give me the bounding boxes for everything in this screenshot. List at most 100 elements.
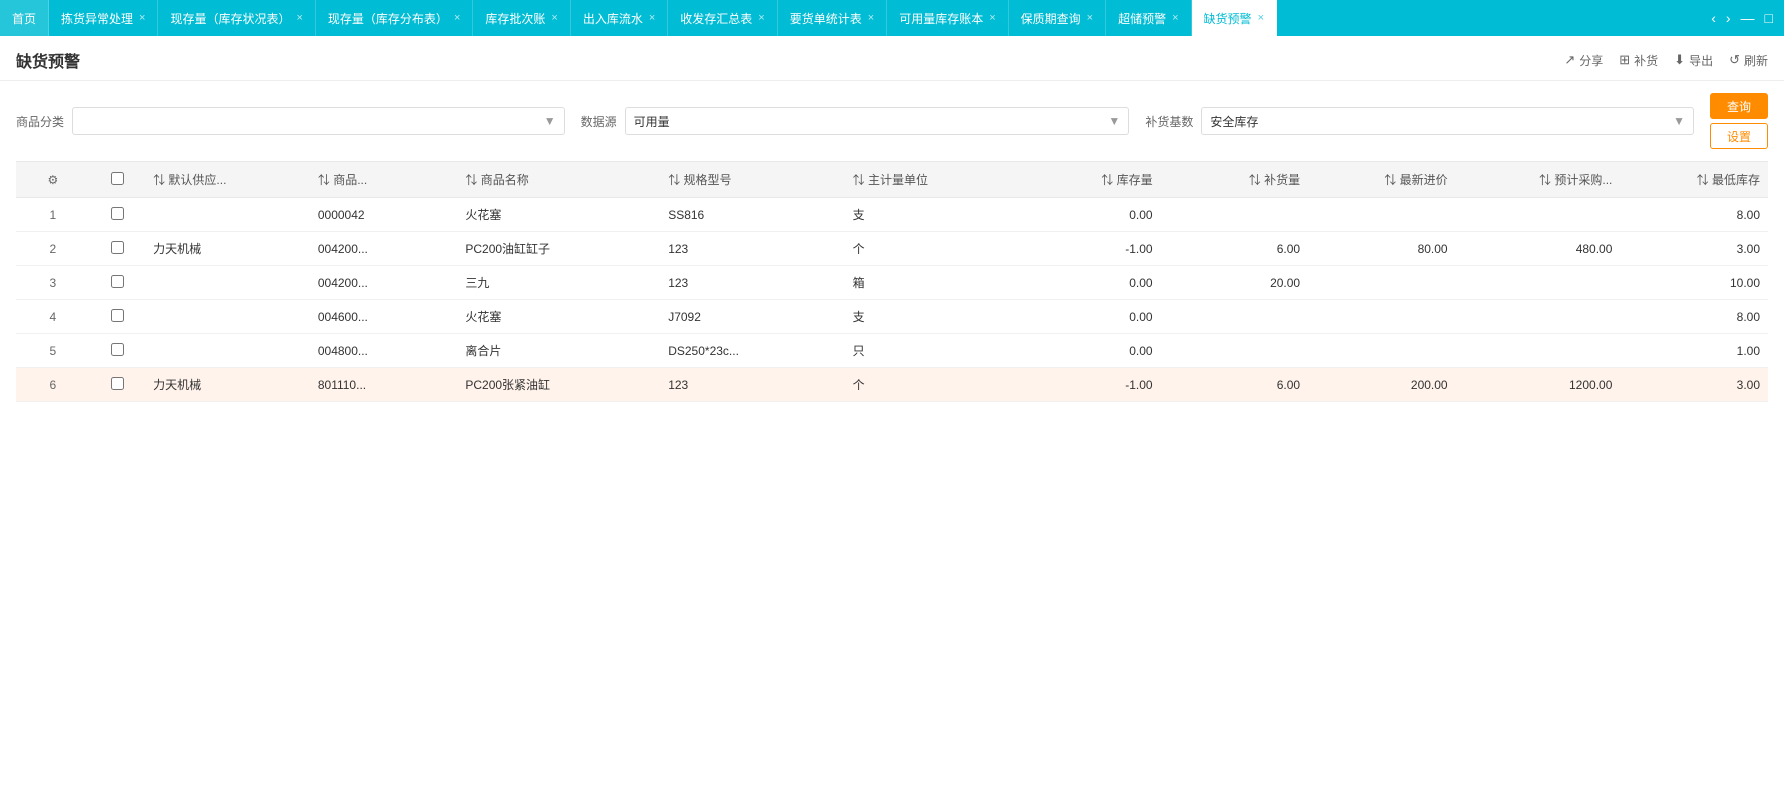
sort-spec-icon[interactable]: ⇅ bbox=[668, 173, 680, 187]
close-icon[interactable]: × bbox=[868, 12, 874, 24]
col-header-replenish: ⇅ 补货量 bbox=[1161, 162, 1309, 198]
close-icon[interactable]: × bbox=[551, 12, 557, 24]
row-code: 004200... bbox=[310, 232, 458, 266]
select-all-checkbox[interactable] bbox=[111, 172, 124, 185]
row-checkbox[interactable] bbox=[111, 207, 124, 220]
query-button[interactable]: 查询 bbox=[1710, 93, 1768, 119]
row-price: 200.00 bbox=[1308, 368, 1456, 402]
close-icon[interactable]: × bbox=[649, 12, 655, 24]
tab-flow[interactable]: 出入库流水 × bbox=[571, 0, 668, 36]
close-icon[interactable]: × bbox=[454, 12, 460, 24]
row-price bbox=[1308, 266, 1456, 300]
close-icon[interactable]: × bbox=[296, 12, 302, 24]
close-icon[interactable]: × bbox=[1087, 12, 1093, 24]
close-icon[interactable]: × bbox=[1258, 12, 1264, 24]
export-button[interactable]: ⬇ 导出 bbox=[1674, 52, 1713, 69]
sort-price-icon[interactable]: ⇅ bbox=[1384, 173, 1396, 187]
sort-name-icon[interactable]: ⇅ bbox=[465, 173, 477, 187]
refresh-button[interactable]: ↺ 刷新 bbox=[1729, 52, 1768, 69]
scroll-next-button[interactable]: › bbox=[1721, 9, 1736, 27]
table-body: 1 0000042 火花塞 SS816 支 0.00 8.00 2 力天机械 0… bbox=[16, 198, 1768, 402]
row-supplier: 力天机械 bbox=[145, 232, 310, 266]
table-header-row: ⚙ ⇅ 默认供应... ⇅ 商品... ⇅ 商品名称 bbox=[16, 162, 1768, 198]
col-header-estimated: ⇅ 预计采购... bbox=[1456, 162, 1621, 198]
row-checkbox[interactable] bbox=[111, 309, 124, 322]
setting-button[interactable]: 设置 bbox=[1710, 123, 1768, 149]
replenish-button[interactable]: ⊞ 补货 bbox=[1619, 52, 1658, 69]
row-index: 2 bbox=[16, 232, 90, 266]
row-estimated: 1200.00 bbox=[1456, 368, 1621, 402]
row-code: 0000042 bbox=[310, 198, 458, 232]
row-min-stock: 8.00 bbox=[1620, 300, 1768, 334]
row-stock: 0.00 bbox=[1013, 198, 1161, 232]
nav-controls: ‹ › — □ bbox=[1700, 9, 1784, 27]
sort-supplier-icon[interactable]: ⇅ bbox=[153, 173, 165, 187]
base-filter: 补货基数 安全库存 ▼ bbox=[1145, 107, 1694, 135]
row-index: 4 bbox=[16, 300, 90, 334]
row-spec: SS816 bbox=[660, 198, 844, 232]
maximize-button[interactable]: □ bbox=[1760, 9, 1778, 27]
row-checkbox[interactable] bbox=[111, 275, 124, 288]
tab-inventory-status[interactable]: 现存量（库存状况表） × bbox=[158, 0, 315, 36]
tab-inventory-dist[interactable]: 现存量（库存分布表） × bbox=[316, 0, 473, 36]
datasource-select[interactable]: 可用量 ▼ bbox=[625, 107, 1130, 135]
close-icon[interactable]: × bbox=[758, 12, 764, 24]
base-label: 补货基数 bbox=[1145, 113, 1193, 130]
sort-min-icon[interactable]: ⇅ bbox=[1697, 173, 1709, 187]
row-checkbox[interactable] bbox=[111, 343, 124, 356]
close-icon[interactable]: × bbox=[989, 12, 995, 24]
table-row: 3 004200... 三九 123 箱 0.00 20.00 10.00 bbox=[16, 266, 1768, 300]
col-header-supplier: ⇅ 默认供应... bbox=[145, 162, 310, 198]
tab-overstock[interactable]: 超储预警 × bbox=[1106, 0, 1191, 36]
row-replenish bbox=[1161, 334, 1309, 368]
sort-replenish-icon[interactable]: ⇅ bbox=[1249, 173, 1261, 187]
sort-unit-icon[interactable]: ⇅ bbox=[853, 173, 865, 187]
sort-code-icon[interactable]: ⇅ bbox=[318, 173, 330, 187]
col-header-spec: ⇅ 规格型号 bbox=[660, 162, 844, 198]
close-icon[interactable]: × bbox=[139, 12, 145, 24]
category-filter: 商品分类 ▼ bbox=[16, 107, 565, 135]
tab-picking[interactable]: 拣货异常处理 × bbox=[49, 0, 158, 36]
tab-order-stat[interactable]: 要货单统计表 × bbox=[778, 0, 887, 36]
row-checkbox[interactable] bbox=[111, 377, 124, 390]
sort-estimated-icon[interactable]: ⇅ bbox=[1539, 173, 1551, 187]
filter-actions: 查询 设置 bbox=[1710, 93, 1768, 149]
share-button[interactable]: ↗ 分享 bbox=[1564, 52, 1603, 69]
row-supplier bbox=[145, 300, 310, 334]
tab-home[interactable]: 首页 bbox=[0, 0, 49, 36]
row-name: 火花塞 bbox=[457, 300, 660, 334]
row-checkbox-cell bbox=[90, 266, 145, 300]
row-replenish bbox=[1161, 300, 1309, 334]
base-select[interactable]: 安全库存 ▼ bbox=[1201, 107, 1694, 135]
row-spec: DS250*23c... bbox=[660, 334, 844, 368]
row-unit: 个 bbox=[845, 368, 1013, 402]
row-index: 6 bbox=[16, 368, 90, 402]
tab-batch[interactable]: 库存批次账 × bbox=[473, 0, 570, 36]
datasource-filter: 数据源 可用量 ▼ bbox=[581, 107, 1130, 135]
tab-shortage[interactable]: 缺货预警 × bbox=[1192, 0, 1277, 36]
row-code: 801110... bbox=[310, 368, 458, 402]
category-select[interactable]: ▼ bbox=[72, 107, 565, 135]
minimize-button[interactable]: — bbox=[1736, 9, 1760, 27]
col-header-unit: ⇅ 主计量单位 bbox=[845, 162, 1013, 198]
row-code: 004800... bbox=[310, 334, 458, 368]
scroll-prev-button[interactable]: ‹ bbox=[1706, 9, 1721, 27]
row-min-stock: 1.00 bbox=[1620, 334, 1768, 368]
gear-icon[interactable]: ⚙ bbox=[16, 162, 90, 198]
data-table: ⚙ ⇅ 默认供应... ⇅ 商品... ⇅ 商品名称 bbox=[16, 161, 1768, 402]
select-all-header[interactable] bbox=[90, 162, 145, 198]
datasource-label: 数据源 bbox=[581, 113, 617, 130]
row-stock: 0.00 bbox=[1013, 334, 1161, 368]
row-stock: -1.00 bbox=[1013, 232, 1161, 266]
tab-available-ledger[interactable]: 可用量库存账本 × bbox=[887, 0, 1008, 36]
row-checkbox[interactable] bbox=[111, 241, 124, 254]
row-supplier: 力天机械 bbox=[145, 368, 310, 402]
table-container: ⚙ ⇅ 默认供应... ⇅ 商品... ⇅ 商品名称 bbox=[0, 161, 1784, 402]
row-index: 5 bbox=[16, 334, 90, 368]
sort-stock-icon[interactable]: ⇅ bbox=[1101, 173, 1113, 187]
tab-expiry[interactable]: 保质期查询 × bbox=[1009, 0, 1106, 36]
close-icon[interactable]: × bbox=[1172, 12, 1178, 24]
tab-summary[interactable]: 收发存汇总表 × bbox=[668, 0, 777, 36]
export-icon: ⬇ bbox=[1674, 52, 1685, 68]
row-estimated bbox=[1456, 198, 1621, 232]
